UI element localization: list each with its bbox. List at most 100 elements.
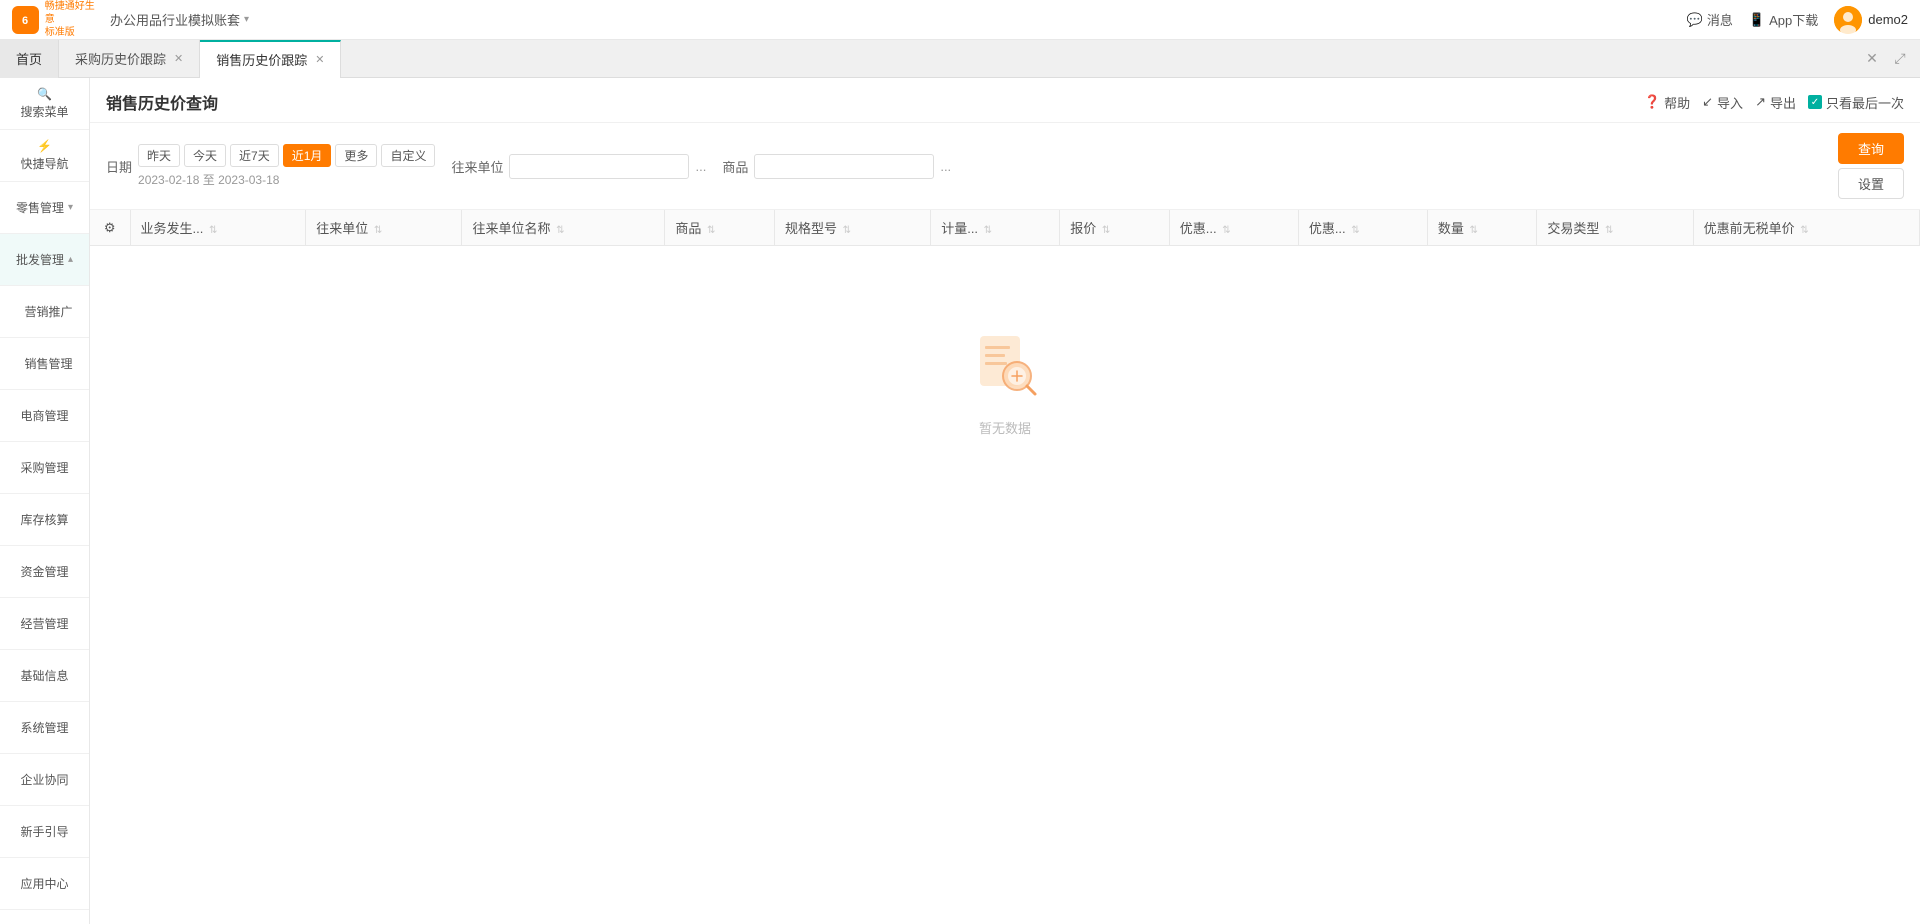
table-head: ⚙ 业务发生... ⇅ 往来单位 ⇅ 往来单位名称 ⇅ — [90, 210, 1920, 246]
sidebar-item-wechat[interactable]: 企业微信 — [0, 910, 89, 924]
app-download-btn[interactable]: 📱 App下载 — [1749, 10, 1818, 29]
sidebar-item-sales-mgmt[interactable]: 销售管理 — [0, 338, 89, 390]
sidebar-quick-nav-label: 快捷导航 — [20, 155, 68, 172]
quick-nav-icon: ⚡ — [37, 139, 52, 153]
col-gear[interactable]: ⚙ — [90, 210, 130, 246]
logo-text: 畅捷通好生意标准版 — [45, 0, 102, 39]
product-dots[interactable]: ... — [940, 159, 951, 174]
col-pretax-price-label: 优惠前无税单价 — [1704, 221, 1795, 236]
main-content: 销售历史价查询 ❓ 帮助 ↙ 导入 ↗ 导出 ✓ 只看最后一次 — [90, 78, 1920, 924]
col-qty-label: 数量 — [1438, 221, 1464, 236]
app-title-dropdown-icon[interactable]: ▾ — [244, 14, 249, 25]
tab-bar: 首页 采购历史价跟踪 ✕ 销售历史价跟踪 ✕ ✕ ⤢ — [0, 40, 1920, 78]
sidebar: 🔍 搜索菜单 ⚡ 快捷导航 零售管理 ▾ 批发管理 ▴ 营销推广 销售管理 电商… — [0, 78, 90, 924]
settings-button[interactable]: 设置 — [1838, 168, 1904, 199]
top-header: 6 畅捷通好生意标准版 办公用品行业模拟账套 ▾ 💬 消息 📱 App下载 de… — [0, 0, 1920, 40]
col-from-unit-name[interactable]: 往来单位名称 ⇅ — [462, 210, 665, 246]
message-label: 消息 — [1707, 10, 1733, 29]
col-qty[interactable]: 数量 ⇅ — [1427, 210, 1537, 246]
svg-text:6: 6 — [22, 15, 28, 27]
col-product[interactable]: 商品 ⇅ — [665, 210, 775, 246]
sidebar-item-wholesale[interactable]: 批发管理 ▴ — [0, 234, 89, 286]
sidebar-item-purchase[interactable]: 采购管理 — [0, 442, 89, 494]
user-name: demo2 — [1868, 12, 1908, 27]
sidebar-item-operations[interactable]: 经营管理 — [0, 598, 89, 650]
sidebar-item-retail[interactable]: 零售管理 ▾ — [0, 182, 89, 234]
tab-sales-history[interactable]: 销售历史价跟踪 ✕ — [200, 40, 341, 78]
tab-sales-history-close[interactable]: ✕ — [315, 53, 324, 66]
date-btn-custom[interactable]: 自定义 — [381, 144, 435, 167]
date-btn-1month[interactable]: 近1月 — [283, 144, 332, 167]
message-icon: 💬 — [1687, 12, 1703, 28]
tab-home[interactable]: 首页 — [0, 40, 59, 78]
app-title: 办公用品行业模拟账套 — [110, 10, 240, 29]
col-quote[interactable]: 报价 ⇅ — [1060, 210, 1170, 246]
tab-purchase-history-close[interactable]: ✕ — [174, 52, 183, 65]
filter-action-btns: 查询 设置 — [1838, 133, 1904, 199]
tab-close-all-btn[interactable]: ✕ — [1860, 47, 1884, 71]
sidebar-purchase-label: 采购管理 — [20, 459, 68, 476]
tab-right-buttons: ✕ ⤢ — [1860, 47, 1920, 71]
sidebar-item-basic-info[interactable]: 基础信息 — [0, 650, 89, 702]
help-btn[interactable]: ❓ 帮助 — [1644, 93, 1690, 112]
logo-icon: 6 — [12, 6, 39, 34]
message-btn[interactable]: 💬 消息 — [1687, 10, 1733, 29]
date-btn-7days[interactable]: 近7天 — [230, 144, 279, 167]
export-label: 导出 — [1770, 93, 1796, 112]
table-header-row: ⚙ 业务发生... ⇅ 往来单位 ⇅ 往来单位名称 ⇅ — [90, 210, 1920, 246]
col-biz-date[interactable]: 业务发生... ⇅ — [130, 210, 306, 246]
col-pretax-price[interactable]: 优惠前无税单价 ⇅ — [1693, 210, 1919, 246]
sidebar-item-enterprise[interactable]: 企业协同 — [0, 754, 89, 806]
date-btn-today[interactable]: 今天 — [184, 144, 226, 167]
sidebar-wholesale-label: 批发管理 — [16, 251, 64, 268]
sidebar-sales-mgmt-label: 销售管理 — [24, 355, 72, 372]
sidebar-item-inventory[interactable]: 库存核算 — [0, 494, 89, 546]
import-btn[interactable]: ↙ 导入 — [1702, 93, 1743, 112]
tab-home-label: 首页 — [16, 49, 42, 68]
col-discount1-sort: ⇅ — [1222, 225, 1230, 236]
col-biz-date-label: 业务发生... — [141, 221, 204, 236]
col-discount2[interactable]: 优惠... ⇅ — [1298, 210, 1427, 246]
col-unit[interactable]: 计量... ⇅ — [931, 210, 1060, 246]
col-from-unit[interactable]: 往来单位 ⇅ — [306, 210, 462, 246]
only-last-checkbox[interactable]: ✓ — [1808, 95, 1822, 109]
avatar — [1834, 6, 1862, 34]
col-product-sort: ⇅ — [707, 225, 715, 236]
col-discount1[interactable]: 优惠... ⇅ — [1169, 210, 1298, 246]
sidebar-item-system[interactable]: 系统管理 — [0, 702, 89, 754]
import-label: 导入 — [1717, 93, 1743, 112]
date-btn-yesterday[interactable]: 昨天 — [138, 144, 180, 167]
col-trade-type-label: 交易类型 — [1547, 221, 1599, 236]
sidebar-item-search[interactable]: 🔍 搜索菜单 — [0, 78, 89, 130]
empty-text: 暂无数据 — [979, 418, 1031, 437]
only-last-checkbox-label[interactable]: ✓ 只看最后一次 — [1808, 93, 1904, 112]
sidebar-item-quick-nav[interactable]: ⚡ 快捷导航 — [0, 130, 89, 182]
sidebar-item-marketing[interactable]: 营销推广 — [0, 286, 89, 338]
col-spec[interactable]: 规格型号 ⇅ — [774, 210, 930, 246]
date-buttons: 昨天 今天 近7天 近1月 更多 自定义 — [138, 144, 435, 167]
tab-maximize-btn[interactable]: ⤢ — [1888, 47, 1912, 71]
sidebar-item-app-center[interactable]: 应用中心 — [0, 858, 89, 910]
from-unit-dots[interactable]: ... — [695, 159, 706, 174]
query-button[interactable]: 查询 — [1838, 133, 1904, 164]
col-pretax-price-sort: ⇅ — [1800, 225, 1808, 236]
product-input[interactable] — [754, 154, 934, 179]
from-unit-input[interactable] — [509, 154, 689, 179]
sidebar-item-guide[interactable]: 新手引导 — [0, 806, 89, 858]
layout: 🔍 搜索菜单 ⚡ 快捷导航 零售管理 ▾ 批发管理 ▴ 营销推广 销售管理 电商… — [0, 78, 1920, 924]
col-trade-type[interactable]: 交易类型 ⇅ — [1537, 210, 1693, 246]
product-filter-label: 商品 — [722, 157, 748, 176]
export-icon: ↗ — [1755, 94, 1766, 110]
sidebar-item-ecommerce[interactable]: 电商管理 — [0, 390, 89, 442]
only-last-label: 只看最后一次 — [1826, 93, 1904, 112]
download-icon: 📱 — [1749, 12, 1765, 28]
date-btn-more[interactable]: 更多 — [335, 144, 377, 167]
sidebar-operations-label: 经营管理 — [20, 615, 68, 632]
sidebar-item-finance[interactable]: 资金管理 — [0, 546, 89, 598]
header-right: 💬 消息 📱 App下载 demo2 — [1687, 6, 1908, 34]
export-btn[interactable]: ↗ 导出 — [1755, 93, 1796, 112]
tab-purchase-history[interactable]: 采购历史价跟踪 ✕ — [59, 40, 200, 78]
user-avatar-area[interactable]: demo2 — [1834, 6, 1908, 34]
col-quote-sort: ⇅ — [1102, 225, 1110, 236]
col-from-unit-label: 往来单位 — [316, 221, 368, 236]
